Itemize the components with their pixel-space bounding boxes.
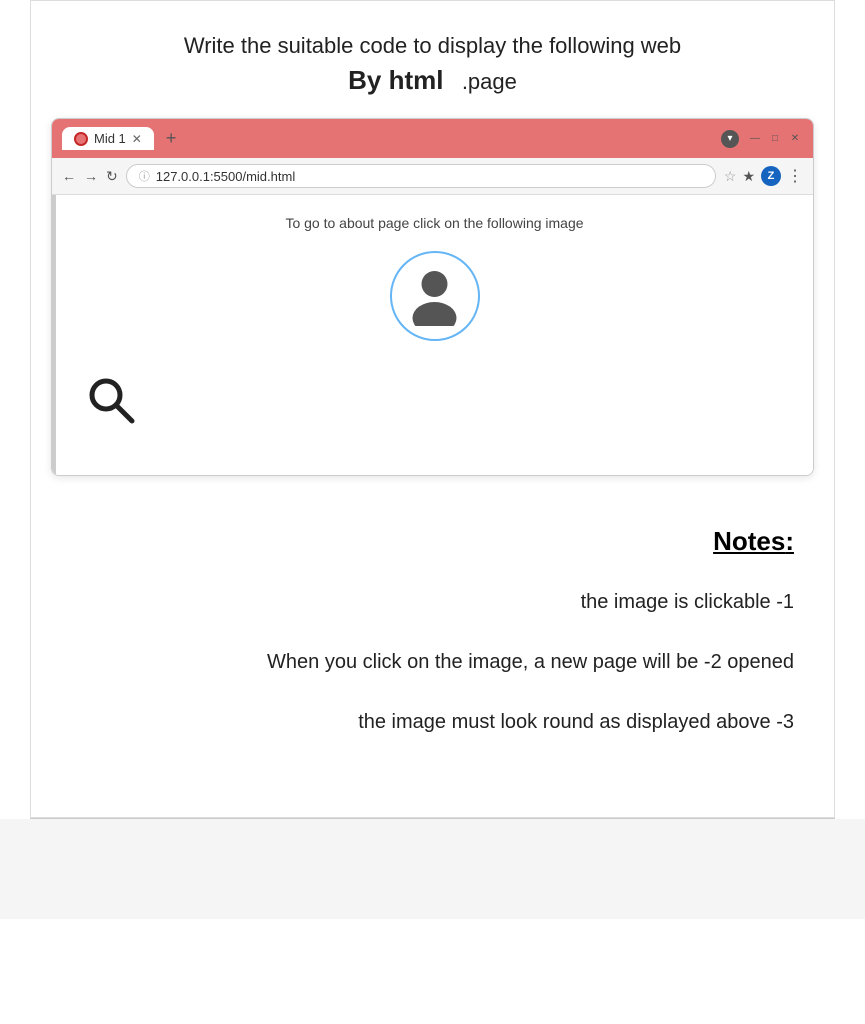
window-controls: ▾ — □ ✕ bbox=[721, 130, 803, 148]
page-container: Write the suitable code to display the f… bbox=[0, 0, 865, 1024]
content-instruction-text: To go to about page click on the followi… bbox=[76, 215, 793, 231]
bookmark-star-icon[interactable]: ☆ bbox=[724, 168, 737, 185]
instruction-line2: By html bbox=[348, 65, 443, 95]
close-button[interactable]: ✕ bbox=[787, 131, 803, 147]
win-control-buttons: — □ ✕ bbox=[747, 131, 803, 147]
browser-nav: ← → ↻ ⓘ 127.0.0.1:5500/mid.html ☆ ★ Z ⋮ bbox=[52, 158, 813, 195]
avatar-circle[interactable] bbox=[390, 251, 480, 341]
browser-mockup: Mid 1 ✕ + ▾ — □ ✕ ← → ↻ bbox=[51, 118, 814, 476]
instruction-line1: Write the suitable code to display the f… bbox=[184, 33, 681, 58]
address-text: 127.0.0.1:5500/mid.html bbox=[156, 169, 295, 184]
dropdown-icon[interactable]: ▾ bbox=[721, 130, 739, 148]
main-card: Write the suitable code to display the f… bbox=[30, 0, 835, 818]
instruction-suffix: .page bbox=[462, 69, 517, 94]
tab-title: Mid 1 bbox=[94, 131, 126, 146]
back-button[interactable]: ← bbox=[62, 168, 76, 184]
browser-tab[interactable]: Mid 1 ✕ bbox=[62, 127, 154, 150]
user-avatar[interactable]: Z bbox=[761, 166, 781, 186]
instruction-block: Write the suitable code to display the f… bbox=[51, 31, 814, 98]
minimize-button[interactable]: — bbox=[747, 131, 763, 147]
note-item-1: the image is clickable -1 bbox=[71, 587, 794, 617]
person-icon bbox=[407, 266, 462, 326]
browser-titlebar: Mid 1 ✕ + ▾ — □ ✕ bbox=[52, 119, 813, 158]
lock-icon: ⓘ bbox=[139, 168, 150, 184]
notes-section: :Notes the image is clickable -1 When yo… bbox=[51, 496, 814, 797]
avatar-container bbox=[76, 251, 793, 341]
bottom-section bbox=[0, 819, 865, 919]
menu-icon[interactable]: ⋮ bbox=[787, 166, 803, 186]
bookmark-icon[interactable]: ★ bbox=[742, 168, 755, 185]
tab-favicon-icon bbox=[74, 132, 88, 146]
browser-content: To go to about page click on the followi… bbox=[52, 195, 813, 475]
tab-close-icon[interactable]: ✕ bbox=[132, 132, 142, 146]
notes-title: :Notes bbox=[71, 526, 794, 557]
address-bar[interactable]: ⓘ 127.0.0.1:5500/mid.html bbox=[126, 164, 716, 188]
note-item-3: the image must look round as displayed a… bbox=[71, 707, 794, 737]
new-tab-button[interactable]: + bbox=[166, 128, 177, 149]
note-item-2: When you click on the image, a new page … bbox=[71, 647, 794, 677]
search-icon bbox=[86, 375, 136, 435]
forward-button[interactable]: → bbox=[84, 168, 98, 184]
nav-actions: ☆ ★ Z ⋮ bbox=[724, 166, 803, 186]
maximize-button[interactable]: □ bbox=[767, 131, 783, 147]
refresh-button[interactable]: ↻ bbox=[106, 168, 118, 185]
